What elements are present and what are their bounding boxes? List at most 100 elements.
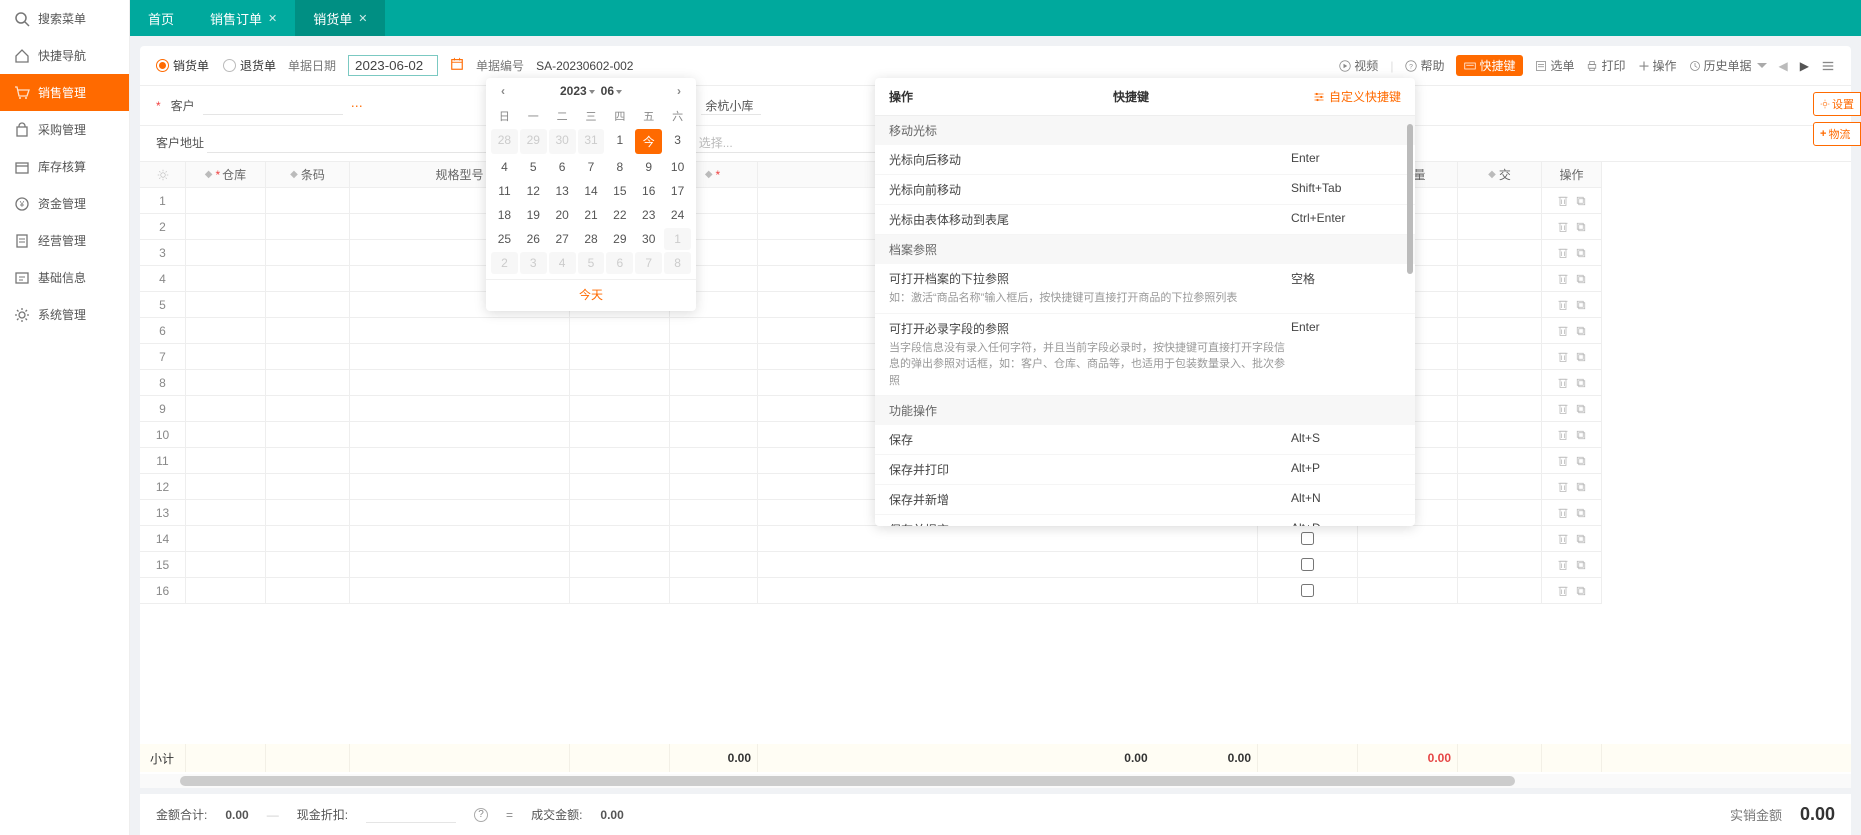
- more-icon[interactable]: ⋯: [351, 99, 365, 113]
- cell-warehouse[interactable]: [186, 578, 266, 604]
- customer-addr-input[interactable]: [207, 134, 507, 153]
- cell-taxrate[interactable]: [570, 370, 670, 396]
- cell-barcode[interactable]: [266, 188, 350, 214]
- copy-icon[interactable]: [1575, 455, 1587, 467]
- cell-taxrate[interactable]: [570, 500, 670, 526]
- cell-deliver[interactable]: [1458, 292, 1542, 318]
- delete-icon[interactable]: [1557, 455, 1569, 467]
- day-cell[interactable]: 27: [549, 228, 576, 250]
- day-cell[interactable]: 29: [606, 228, 633, 250]
- logistics-button[interactable]: +物流: [1813, 122, 1861, 146]
- delete-icon[interactable]: [1557, 195, 1569, 207]
- cell-barcode[interactable]: [266, 422, 350, 448]
- delete-icon[interactable]: [1557, 247, 1569, 259]
- cell-warehouse[interactable]: [186, 214, 266, 240]
- cell-req[interactable]: [670, 474, 758, 500]
- cell-avail[interactable]: [1358, 578, 1458, 604]
- calendar-icon[interactable]: [450, 57, 464, 74]
- cell-deliver[interactable]: [1458, 422, 1542, 448]
- cell-deliver[interactable]: [1458, 318, 1542, 344]
- col-barcode[interactable]: ◆条码: [266, 162, 350, 188]
- cell-spec[interactable]: [350, 448, 570, 474]
- cell-spec[interactable]: [350, 396, 570, 422]
- day-cell-other[interactable]: 5: [578, 252, 605, 274]
- day-cell[interactable]: 10: [664, 156, 691, 178]
- day-cell[interactable]: 20: [549, 204, 576, 226]
- day-cell-other[interactable]: 30: [549, 129, 576, 154]
- cell-barcode[interactable]: [266, 344, 350, 370]
- delete-icon[interactable]: [1557, 429, 1569, 441]
- cell-warehouse[interactable]: [186, 448, 266, 474]
- hotkey-button[interactable]: 快捷键: [1456, 55, 1523, 76]
- delete-icon[interactable]: [1557, 533, 1569, 545]
- menu-button[interactable]: [1821, 59, 1835, 73]
- cell-req[interactable]: [670, 370, 758, 396]
- col-deliver[interactable]: ◆交: [1458, 162, 1542, 188]
- sidebar-item-search[interactable]: 搜索菜单: [0, 0, 129, 37]
- day-cell[interactable]: 23: [635, 204, 662, 226]
- cell-avail[interactable]: [1358, 552, 1458, 578]
- close-icon[interactable]: ✕: [358, 12, 367, 25]
- day-cell[interactable]: 7: [578, 156, 605, 178]
- cell-deliver[interactable]: [1458, 344, 1542, 370]
- radio-return-note[interactable]: 退货单: [223, 57, 276, 74]
- cell-taxrate[interactable]: [570, 422, 670, 448]
- delete-icon[interactable]: [1557, 299, 1569, 311]
- cell-req[interactable]: [670, 318, 758, 344]
- day-cell[interactable]: 28: [578, 228, 605, 250]
- cell-warehouse[interactable]: [186, 370, 266, 396]
- cell-deliver[interactable]: [1458, 370, 1542, 396]
- cell-warehouse[interactable]: [186, 422, 266, 448]
- copy-icon[interactable]: [1575, 429, 1587, 441]
- prev-month-button[interactable]: ‹: [494, 84, 512, 98]
- cell-spec[interactable]: [350, 578, 570, 604]
- cell-deliver[interactable]: [1458, 214, 1542, 240]
- cell-warehouse[interactable]: [186, 474, 266, 500]
- day-cell[interactable]: 8: [606, 156, 633, 178]
- day-cell-other[interactable]: 31: [578, 129, 605, 154]
- sidebar-item-inventory[interactable]: 库存核算: [0, 148, 129, 185]
- cell-deliver[interactable]: [1458, 500, 1542, 526]
- sidebar-item-purchase[interactable]: 采购管理: [0, 111, 129, 148]
- delete-icon[interactable]: [1557, 377, 1569, 389]
- cell-gift[interactable]: [1258, 578, 1358, 604]
- cell-spec[interactable]: [350, 318, 570, 344]
- cell-warehouse[interactable]: [186, 344, 266, 370]
- copy-icon[interactable]: [1575, 195, 1587, 207]
- cell-warehouse[interactable]: [186, 188, 266, 214]
- copy-icon[interactable]: [1575, 221, 1587, 233]
- cell-barcode[interactable]: [266, 396, 350, 422]
- cell-taxrate[interactable]: [570, 552, 670, 578]
- date-input[interactable]: [348, 55, 438, 76]
- cell-warehouse[interactable]: [186, 318, 266, 344]
- cell-warehouse[interactable]: [186, 500, 266, 526]
- sidebar-item-nav[interactable]: 快捷导航: [0, 37, 129, 74]
- cell-spec[interactable]: [350, 526, 570, 552]
- cell-spec[interactable]: [350, 422, 570, 448]
- cell-taxrate[interactable]: [570, 578, 670, 604]
- day-cell[interactable]: 19: [520, 204, 547, 226]
- sidebar-item-finance[interactable]: ¥ 资金管理: [0, 185, 129, 222]
- day-cell[interactable]: 26: [520, 228, 547, 250]
- next-button[interactable]: ▶: [1800, 59, 1809, 73]
- cell-barcode[interactable]: [266, 578, 350, 604]
- sidebar-item-system[interactable]: 系统管理: [0, 296, 129, 333]
- copy-icon[interactable]: [1575, 559, 1587, 571]
- cell-blank[interactable]: [758, 526, 1258, 552]
- day-cell[interactable]: 16: [635, 180, 662, 202]
- cell-taxrate[interactable]: [570, 448, 670, 474]
- copy-icon[interactable]: [1575, 247, 1587, 259]
- cell-taxrate[interactable]: [570, 474, 670, 500]
- delete-icon[interactable]: [1557, 481, 1569, 493]
- cell-warehouse[interactable]: [186, 396, 266, 422]
- gift-checkbox[interactable]: [1301, 532, 1314, 545]
- discount-input[interactable]: [366, 807, 456, 823]
- day-cell[interactable]: 22: [606, 204, 633, 226]
- cell-gift[interactable]: [1258, 526, 1358, 552]
- cell-warehouse[interactable]: [186, 266, 266, 292]
- delete-icon[interactable]: [1557, 507, 1569, 519]
- day-cell-other[interactable]: 2: [491, 252, 518, 274]
- day-cell[interactable]: 21: [578, 204, 605, 226]
- day-cell[interactable]: 12: [520, 180, 547, 202]
- table-row[interactable]: 16: [140, 578, 1851, 604]
